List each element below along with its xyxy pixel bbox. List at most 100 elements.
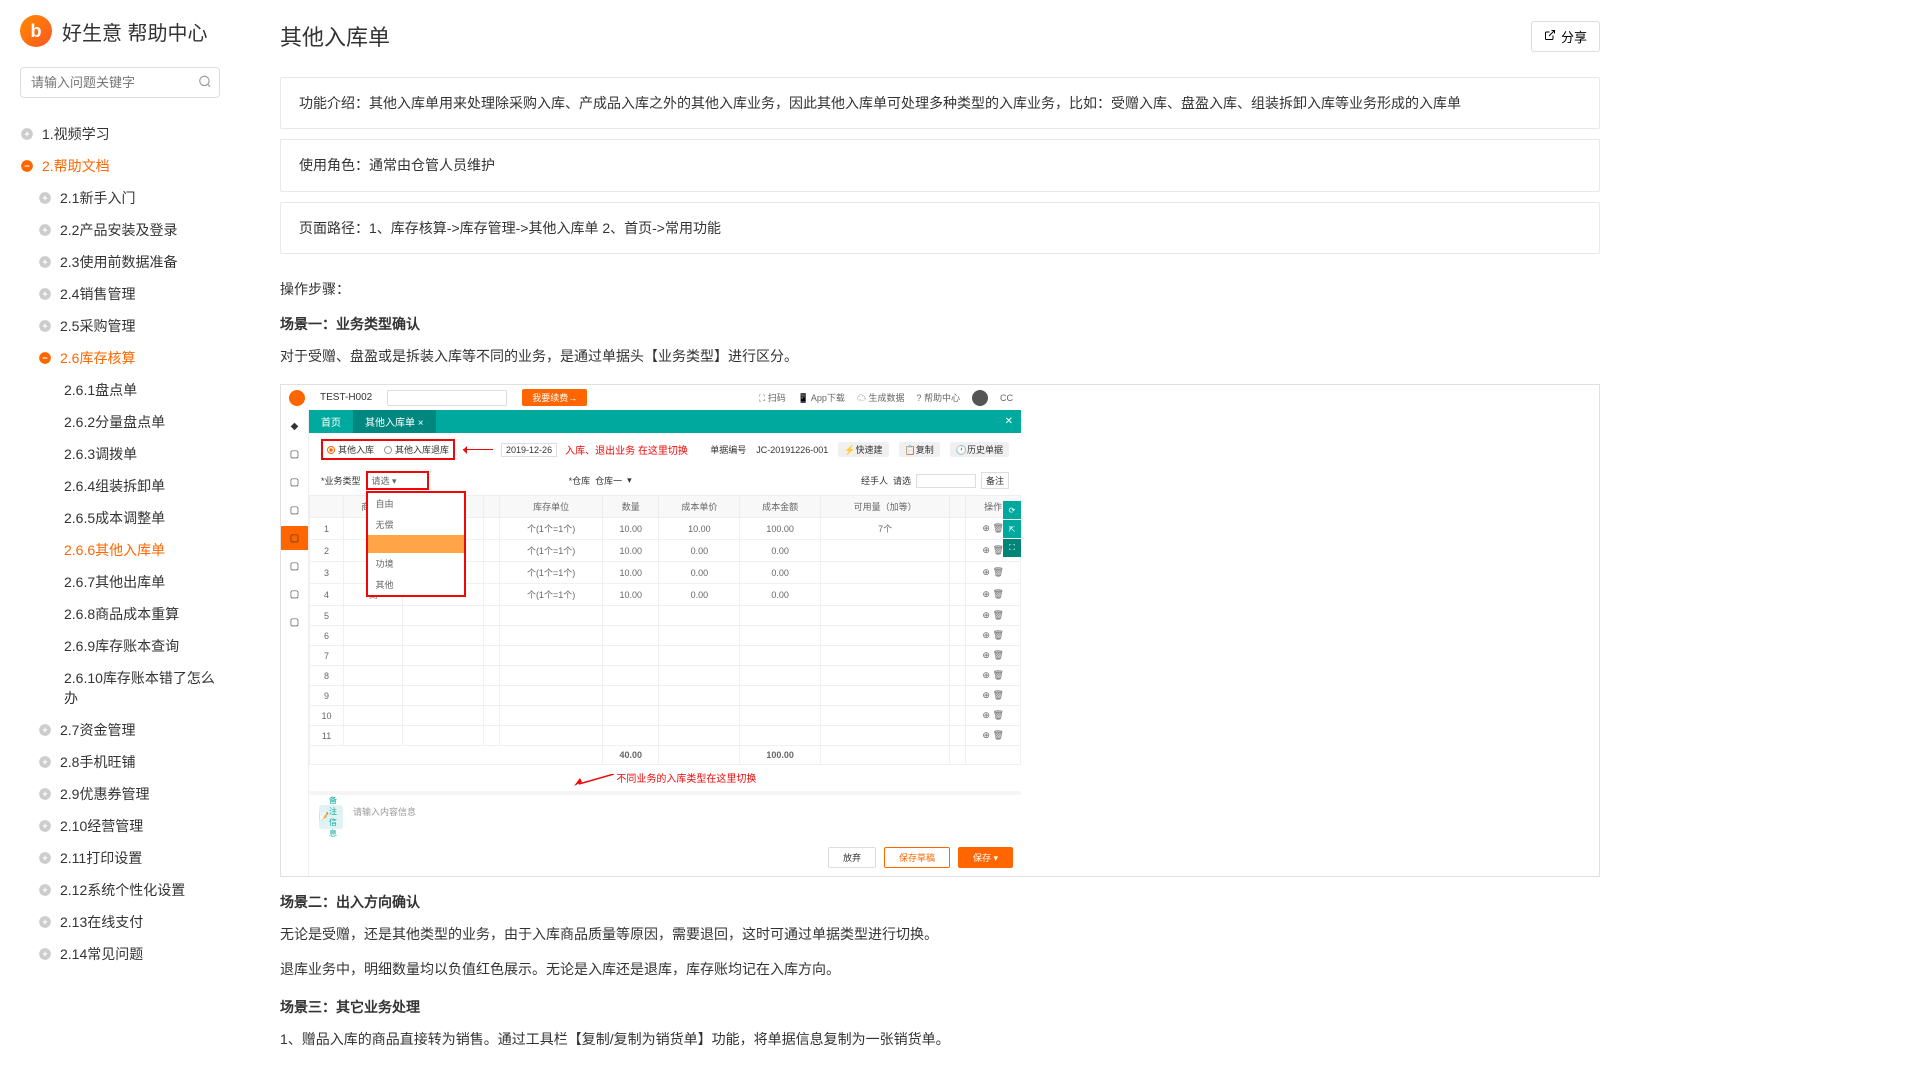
nav-label: 2.6.4组装拆卸单 xyxy=(64,476,165,496)
mock-renew-button: 我要续费→ xyxy=(522,389,587,406)
nav-item[interactable]: 2.12系统个性化设置 xyxy=(20,874,220,906)
mock-nav-icon: ▢ xyxy=(281,442,308,466)
mock-th: 可用量（加等） xyxy=(820,496,949,518)
share-icon xyxy=(1544,29,1556,44)
mock-left-nav: ◆ ▢ ▢ ▢ ▢ ▢ ▢ ▢ xyxy=(281,410,309,875)
nav-label: 2.10经营管理 xyxy=(60,816,143,836)
nav-item[interactable]: 2.4销售管理 xyxy=(20,278,220,310)
nav-label: 2.12系统个性化设置 xyxy=(60,880,185,900)
mock-username: CC xyxy=(1000,393,1013,403)
nav-item[interactable]: 2.1新手入门 xyxy=(20,182,220,214)
plus-circle-icon xyxy=(38,915,52,929)
search-input[interactable] xyxy=(20,67,220,98)
mock-discard-button: 放弃 xyxy=(828,847,876,868)
mock-dropdown: 自由无偿 功境其他 xyxy=(366,491,466,597)
nav-label: 2.8手机旺铺 xyxy=(60,752,135,772)
mock-save-button: 保存 ▾ xyxy=(958,847,1013,868)
page-header: 其他入库单 分享 xyxy=(280,20,1600,52)
scene3-title: 场景三：其它业务处理 xyxy=(280,997,1600,1017)
role-box: 使用角色：通常由仓管人员维护 xyxy=(280,139,1600,191)
nav-item[interactable]: 2.9优惠券管理 xyxy=(20,778,220,810)
nav-item[interactable]: 2.14常见问题 xyxy=(20,938,220,970)
mock-scan-icon: ⛶ 扫码 xyxy=(759,391,786,404)
plus-circle-icon xyxy=(38,787,52,801)
brand: b 好生意 帮助中心 xyxy=(20,15,220,47)
plus-circle-icon xyxy=(38,223,52,237)
table-row: 5⊕ 🗑 xyxy=(310,606,1021,626)
mock-person-label: 经手人 xyxy=(861,474,888,487)
mock-radio-checked-icon xyxy=(327,446,335,454)
nav-item[interactable]: 2.10经营管理 xyxy=(20,810,220,842)
nav-label: 2.6.6其他入库单 xyxy=(64,540,165,560)
intro-box: 功能介绍：其他入库单用来处理除采购入库、产成品入库之外的其他入库业务，因此其他入… xyxy=(280,77,1600,129)
mock-ck-label: *仓库 xyxy=(569,474,591,487)
mock-tabs: 首页 其他入库单 × ✕ xyxy=(309,410,1021,433)
nav-item[interactable]: 2.6.1盘点单 xyxy=(20,374,220,406)
mock-date-input: 2019-12-26 xyxy=(501,443,557,457)
mock-nav-icon: ▢ xyxy=(281,470,308,494)
nav-item[interactable]: 2.6.9库存账本查询 xyxy=(20,630,220,662)
plus-circle-icon xyxy=(38,287,52,301)
nav-item[interactable]: 2.6.4组装拆卸单 xyxy=(20,470,220,502)
mock-side-icon: ⛶ xyxy=(1003,539,1021,557)
mock-search xyxy=(387,390,507,406)
path-label: 页面路径： xyxy=(299,220,369,236)
nav-item[interactable]: 2.13在线支付 xyxy=(20,906,220,938)
nav-item[interactable]: 2.6.2分量盘点单 xyxy=(20,406,220,438)
nav-item[interactable]: 2.6.8商品成本重算 xyxy=(20,598,220,630)
mock-th xyxy=(484,496,500,518)
nav-item[interactable]: 2.5采购管理 xyxy=(20,310,220,342)
mock-fast-button: ⚡快速建 xyxy=(838,442,888,457)
nav-label: 2.3使用前数据准备 xyxy=(60,252,177,272)
mock-nav-icon-active: ▢ xyxy=(281,526,308,550)
nav-label: 2.6.10库存账本错了怎么办 xyxy=(64,668,220,708)
nav-item[interactable]: 2.6.5成本调整单 xyxy=(20,502,220,534)
mock-person-value: 请选 xyxy=(893,474,911,487)
plus-circle-icon xyxy=(38,819,52,833)
nav-list: 1.视频学习2.帮助文档2.1新手入门2.2产品安装及登录 2.3使用前数据准备 2… xyxy=(20,118,220,970)
nav-item[interactable]: 2.6.6其他入库单 xyxy=(20,534,220,566)
mock-th: 库存单位 xyxy=(500,496,603,518)
share-label: 分享 xyxy=(1561,27,1587,46)
minus-circle-icon xyxy=(38,351,52,365)
plus-circle-icon xyxy=(38,319,52,333)
plus-circle-icon xyxy=(20,127,34,141)
mock-th: 数量 xyxy=(602,496,659,518)
path-text: 1、库存核算->库存管理->其他入库单 2、首页->常用功能 xyxy=(369,220,721,236)
mock-dropdown-item: 无偿 xyxy=(368,514,464,535)
nav-item[interactable]: 2.6.7其他出库单 xyxy=(20,566,220,598)
nav-label: 2.6.8商品成本重算 xyxy=(64,604,179,624)
mock-remark-label: 备注 xyxy=(981,472,1009,489)
share-button[interactable]: 分享 xyxy=(1531,21,1600,52)
mock-app-icon: 📱 App下载 xyxy=(798,391,845,404)
nav-item[interactable]: 2.6.3调拨单 xyxy=(20,438,220,470)
plus-circle-icon xyxy=(38,191,52,205)
nav-item[interactable]: 2.3使用前数据准备 xyxy=(20,246,220,278)
brand-logo-icon: b xyxy=(20,15,52,47)
nav-item[interactable]: 2.6库存核算 xyxy=(20,342,220,374)
role-text: 通常由仓管人员维护 xyxy=(369,157,495,173)
mock-side-icon: ⟳ xyxy=(1003,501,1021,519)
mock-remark-icon: 📝备注信息 xyxy=(319,805,343,829)
sidebar: b 好生意 帮助中心 1.视频学习2.帮助文档2.1新手入门2.2产品安装及登录… xyxy=(0,0,240,1082)
nav-item[interactable]: 2.2产品安装及登录 xyxy=(20,214,220,246)
search-icon[interactable] xyxy=(198,74,212,91)
nav-label: 2.6.5成本调整单 xyxy=(64,508,165,528)
nav-item[interactable]: 2.7资金管理 xyxy=(20,714,220,746)
nav-item[interactable]: 2.8手机旺铺 xyxy=(20,746,220,778)
mock-nav-icon: ◆ xyxy=(281,414,308,438)
nav-label: 2.9优惠券管理 xyxy=(60,784,149,804)
mock-arrow-icon xyxy=(463,449,493,450)
table-row: 11⊕ 🗑 xyxy=(310,726,1021,746)
scene2-desc1: 无论是受赠，还是其他类型的业务，由于入库商品质量等原因，需要退回，这时可通过单据… xyxy=(280,922,1600,947)
mock-radio-group: 其他入库 其他入库退库 xyxy=(321,439,455,460)
nav-item[interactable]: 2.6.10库存账本错了怎么办 xyxy=(20,662,220,714)
nav-item[interactable]: 1.视频学习 xyxy=(20,118,220,150)
nav-item[interactable]: 2.帮助文档 xyxy=(20,150,220,182)
mock-th xyxy=(310,496,344,518)
scene1-title: 场景一：业务类型确认 xyxy=(280,314,1600,334)
nav-item[interactable]: 2.11打印设置 xyxy=(20,842,220,874)
mock-radio-icon xyxy=(384,446,392,454)
mock-nav-icon: ▢ xyxy=(281,610,308,634)
role-label: 使用角色： xyxy=(299,157,369,173)
